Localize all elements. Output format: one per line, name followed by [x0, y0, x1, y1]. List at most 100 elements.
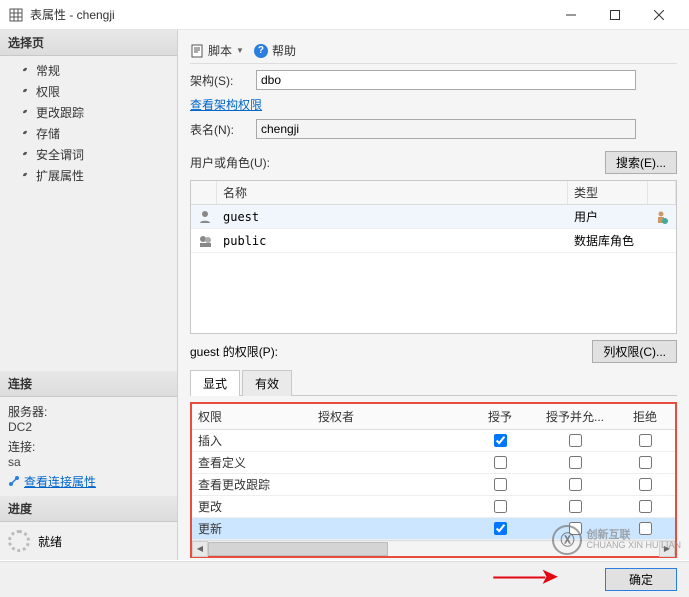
sidebar-item-3[interactable]: 存储	[0, 123, 177, 144]
perm-header-permission: 权限	[192, 404, 312, 429]
horizontal-scrollbar[interactable]: ◀ ▶	[192, 540, 675, 556]
column-permissions-button[interactable]: 列权限(C)...	[592, 340, 677, 363]
perm-grantor	[312, 525, 465, 533]
scroll-right-arrow-icon[interactable]: ▶	[659, 541, 675, 557]
deny-checkbox[interactable]	[639, 500, 652, 513]
script-icon	[190, 44, 204, 58]
main-panel: 脚本 ▼ ? 帮助 架构(S): 查看架构权限 表名(N): 用户或角色(U):…	[178, 30, 689, 560]
dialog-footer: ———➤ 确定	[0, 561, 689, 597]
server-value: DC2	[8, 420, 169, 434]
role-type: 数据库角色	[568, 229, 648, 252]
user-icon	[197, 233, 213, 249]
progress-ready-text: 就绪	[38, 533, 62, 550]
wrench-icon	[16, 64, 30, 78]
role-name: guest	[217, 207, 568, 227]
callout-arrow-icon: ———➤	[493, 564, 554, 589]
table-header-name: 名称	[217, 181, 568, 204]
sidebar-item-0[interactable]: 常规	[0, 60, 177, 81]
perm-row[interactable]: 插入	[192, 430, 675, 452]
sidebar-item-label: 安全谓词	[36, 146, 84, 163]
sidebar-item-label: 存储	[36, 125, 60, 142]
perm-row[interactable]: 更新	[192, 518, 675, 540]
deny-checkbox[interactable]	[639, 434, 652, 447]
perm-name: 更新	[192, 516, 312, 541]
help-button[interactable]: ? 帮助	[254, 42, 296, 59]
sidebar-item-4[interactable]: 安全谓词	[0, 144, 177, 165]
toolbar: 脚本 ▼ ? 帮助	[190, 38, 677, 64]
script-button-label: 脚本	[208, 42, 232, 59]
perm-grantor	[312, 437, 465, 445]
perm-header-grantor: 授权者	[312, 404, 465, 429]
sidebar-item-label: 常规	[36, 62, 60, 79]
chevron-down-icon: ▼	[236, 46, 244, 55]
permission-tabs: 显式 有效	[190, 369, 677, 396]
search-button[interactable]: 搜索(E)...	[605, 151, 677, 174]
tab-effective[interactable]: 有效	[242, 370, 292, 396]
perm-grantor	[312, 481, 465, 489]
sidebar-item-label: 权限	[36, 83, 60, 100]
conn-value: sa	[8, 455, 169, 469]
scrollbar-thumb[interactable]	[208, 542, 388, 556]
conn-label: 连接:	[8, 438, 169, 455]
perm-header-withgrant: 授予并允...	[535, 404, 615, 429]
grant-checkbox[interactable]	[494, 522, 507, 535]
sidebar-item-label: 更改跟踪	[36, 104, 84, 121]
sidebar-header-select-page: 选择页	[0, 30, 177, 56]
role-type: 用户	[568, 205, 648, 228]
perm-row[interactable]: 查看更改跟踪	[192, 474, 675, 496]
grant-checkbox[interactable]	[494, 478, 507, 491]
grant-checkbox[interactable]	[494, 500, 507, 513]
permissions-grid: 权限 授权者 授予 授予并允... 拒绝 插入查看定义查看更改跟踪更改更新 ◀ …	[190, 402, 677, 558]
view-schema-permissions-link[interactable]: 查看架构权限	[190, 96, 262, 113]
sidebar-item-2[interactable]: 更改跟踪	[0, 102, 177, 123]
perm-grantor	[312, 503, 465, 511]
table-header-type: 类型	[568, 181, 648, 204]
perm-header-grant: 授予	[465, 404, 535, 429]
grant-checkbox[interactable]	[494, 434, 507, 447]
view-connection-properties-link[interactable]: 查看连接属性	[8, 473, 96, 490]
maximize-button[interactable]	[593, 0, 637, 30]
withgrant-checkbox[interactable]	[569, 478, 582, 491]
script-button[interactable]: 脚本 ▼	[190, 42, 244, 59]
sidebar-item-1[interactable]: 权限	[0, 81, 177, 102]
withgrant-checkbox[interactable]	[569, 522, 582, 535]
table-header-icon	[191, 181, 217, 204]
role-action-icon	[648, 238, 676, 244]
help-icon: ?	[254, 44, 268, 58]
sidebar-item-5[interactable]: 扩展属性	[0, 165, 177, 186]
help-button-label: 帮助	[272, 42, 296, 59]
table-row[interactable]: guest用户	[191, 205, 676, 229]
tab-explicit[interactable]: 显式	[190, 370, 240, 396]
sidebar: 选择页 常规权限更改跟踪存储安全谓词扩展属性 连接 服务器: DC2 连接: s…	[0, 30, 178, 560]
grant-checkbox[interactable]	[494, 456, 507, 469]
scroll-left-arrow-icon[interactable]: ◀	[192, 541, 208, 557]
minimize-button[interactable]	[549, 0, 593, 30]
close-button[interactable]	[637, 0, 681, 30]
window-titlebar: 表属性 - chengji	[0, 0, 689, 30]
sidebar-header-connection: 连接	[0, 371, 177, 397]
user-icon	[197, 209, 213, 225]
users-roles-label: 用户或角色(U):	[190, 154, 597, 171]
view-connection-properties-text: 查看连接属性	[24, 473, 96, 490]
perm-row[interactable]: 查看定义	[192, 452, 675, 474]
window-title: 表属性 - chengji	[30, 6, 549, 23]
role-action-icon[interactable]	[648, 207, 676, 227]
wrench-icon	[16, 148, 30, 162]
ok-button[interactable]: 确定	[605, 568, 677, 591]
deny-checkbox[interactable]	[639, 522, 652, 535]
perm-row[interactable]: 更改	[192, 496, 675, 518]
withgrant-checkbox[interactable]	[569, 500, 582, 513]
withgrant-checkbox[interactable]	[569, 456, 582, 469]
connection-icon	[8, 475, 20, 487]
withgrant-checkbox[interactable]	[569, 434, 582, 447]
deny-checkbox[interactable]	[639, 478, 652, 491]
progress-spinner-icon	[8, 530, 30, 552]
wrench-icon	[16, 127, 30, 141]
table-header-action	[648, 181, 676, 204]
deny-checkbox[interactable]	[639, 456, 652, 469]
wrench-icon	[16, 169, 30, 183]
tablename-input[interactable]	[256, 119, 636, 139]
table-row[interactable]: public数据库角色	[191, 229, 676, 253]
table-icon	[8, 7, 24, 23]
schema-input[interactable]	[256, 70, 636, 90]
